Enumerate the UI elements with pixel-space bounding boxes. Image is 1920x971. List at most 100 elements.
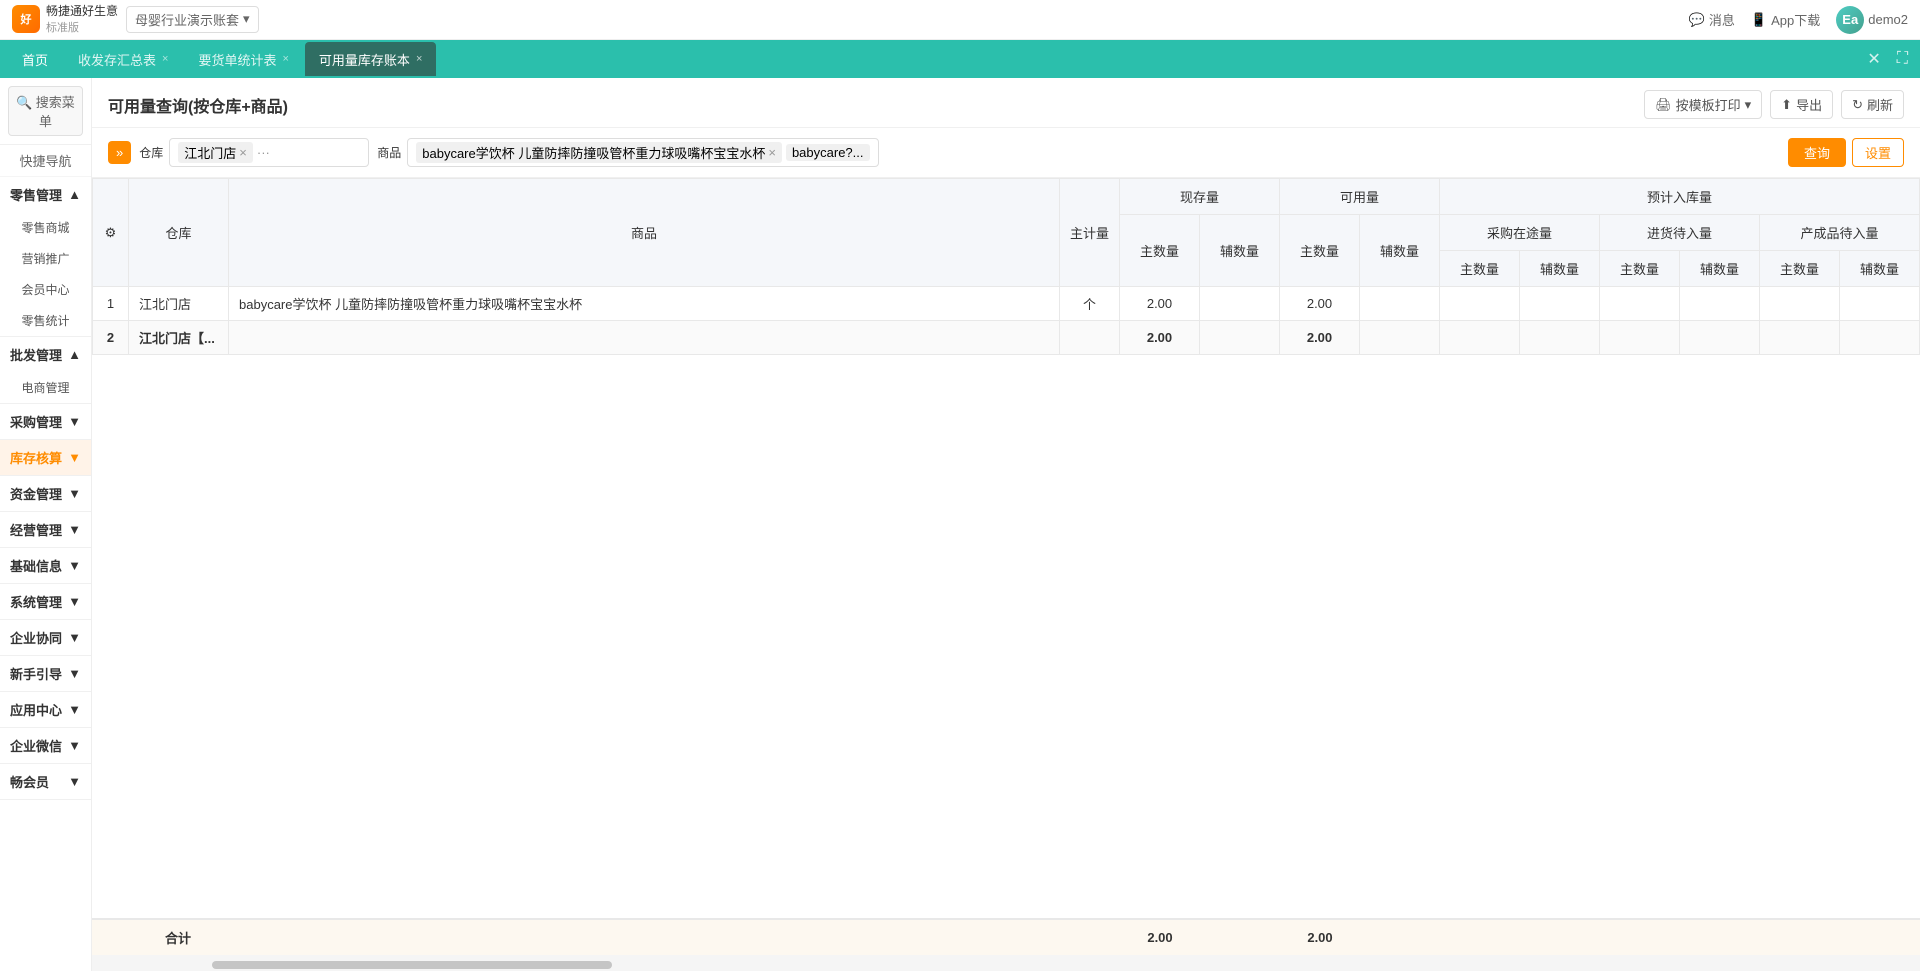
export-button[interactable]: ⬆ 导出 (1770, 90, 1833, 119)
enterprise-arrow-icon: ▼ (68, 630, 81, 645)
warehouse-filter-label: 仓库 (139, 144, 163, 161)
sidebar-member-header[interactable]: 畅会员 ▼ (0, 764, 91, 799)
order-stat-tab-label: 要货单统计表 (198, 50, 276, 69)
app-download-button[interactable]: 📱 App下载 (1751, 10, 1820, 29)
sidebar-item-retail-stat[interactable]: 零售统计 (0, 305, 91, 336)
warehouse-tag: 江北门店 × (178, 142, 253, 163)
sidebar-section-wechat: 企业微信 ▼ (0, 728, 91, 764)
sidebar-finance-header[interactable]: 资金管理 ▼ (0, 476, 91, 511)
tab-available[interactable]: 可用量库存账本 × (305, 42, 436, 76)
row-2-current-aux (1200, 321, 1280, 355)
purchase-label: 采购管理 (10, 412, 62, 431)
sidebar-quicknav-button[interactable]: 快捷导航 (0, 145, 91, 177)
msg-button[interactable]: 💬 消息 (1689, 10, 1735, 29)
query-button[interactable]: 查询 (1788, 138, 1846, 167)
product-tag-1: babycare学饮杯 儿童防摔防撞吸管杯重力球吸嘴杯宝宝水杯 × (416, 142, 782, 163)
sidebar-section-retail: 零售管理 ▲ 零售商城 营销推广 会员中心 零售统计 (0, 177, 91, 337)
sidebar-purchase-header[interactable]: 采购管理 ▼ (0, 404, 91, 439)
export-label: 导出 (1796, 95, 1822, 114)
sidebar-enterprise-header[interactable]: 企业协同 ▼ (0, 620, 91, 655)
receive-tab-close[interactable]: × (162, 53, 168, 65)
finance-arrow-icon: ▼ (68, 486, 81, 501)
row-2-purchase-main (1440, 321, 1520, 355)
filter-area: » 仓库 江北门店 × ··· 商品 babycare (92, 128, 1920, 178)
row-2-incoming-main (1600, 321, 1680, 355)
setting-button[interactable]: 设置 (1852, 138, 1904, 167)
logo-icon: 好 (12, 5, 40, 33)
sidebar-appstore-header[interactable]: 应用中心 ▼ (0, 692, 91, 727)
retail-label: 零售管理 (10, 185, 62, 204)
tab-order-stat[interactable]: 要货单统计表 × (184, 42, 302, 76)
horizontal-scrollbar[interactable] (92, 955, 1920, 971)
row-2-unit (1059, 321, 1119, 355)
search-icon: 🔍 (16, 95, 32, 110)
sidebar-section-finance: 资金管理 ▼ (0, 476, 91, 512)
wechat-arrow-icon: ▼ (68, 738, 81, 753)
product-tag-1-close[interactable]: × (768, 145, 776, 160)
row-2-available-main: 2.00 (1280, 321, 1360, 355)
order-stat-tab-close[interactable]: × (282, 53, 288, 65)
sidebar-search-area: 🔍 搜索菜单 (0, 78, 91, 145)
sidebar-retail-header[interactable]: 零售管理 ▲ (0, 177, 91, 212)
sidebar-item-retail-mall[interactable]: 零售商城 (0, 212, 91, 243)
sidebar-inventory-header[interactable]: 库存核算 ▼ (0, 440, 91, 475)
maximize-button[interactable]: ⛶ (1893, 48, 1912, 70)
tab-home[interactable]: 首页 (8, 42, 62, 76)
sidebar-system-header[interactable]: 系统管理 ▼ (0, 584, 91, 619)
filter-product-group: 商品 babycare学饮杯 儿童防摔防撞吸管杯重力球吸嘴杯宝宝水杯 × bab… (377, 138, 878, 167)
warehouse-filter-input[interactable]: 江北门店 × ··· (169, 138, 369, 167)
sidebar-item-marketing[interactable]: 营销推广 (0, 243, 91, 274)
incoming-aux-header: 辅数量 (1680, 251, 1760, 287)
sidebar-item-membership[interactable]: 会员中心 (0, 274, 91, 305)
available-tab-close[interactable]: × (416, 53, 422, 65)
system-label: 系统管理 (10, 592, 62, 611)
table-settings-header[interactable]: ⚙ (93, 179, 129, 287)
unit-column-header: 主计量 (1059, 179, 1119, 287)
logo-subtitle: 标准版 (46, 19, 118, 35)
warehouse-tag-value: 江北门店 (184, 143, 236, 162)
incoming-main-header: 主数量 (1600, 251, 1680, 287)
logo-text: 畅捷通好生意 (46, 4, 118, 18)
filter-expand-button[interactable]: » (108, 141, 131, 164)
scroll-thumb[interactable] (212, 961, 612, 969)
industry-selector[interactable]: 母婴行业演示账套 ▾ (126, 6, 259, 33)
system-arrow-icon: ▼ (68, 594, 81, 609)
sidebar-newuser-header[interactable]: 新手引导 ▼ (0, 656, 91, 691)
row-1-incoming-main (1600, 287, 1680, 321)
quicknav-label: 快捷导航 (19, 154, 71, 169)
print-button[interactable]: 🖨 按模板打印 ▾ (1644, 90, 1762, 119)
user-area[interactable]: Ea demo2 (1836, 6, 1908, 34)
avatar: Ea (1836, 6, 1864, 34)
close-window-button[interactable]: ✕ (1863, 47, 1884, 71)
product-tag-2-value: babycare?... (792, 145, 864, 160)
production-main-header: 主数量 (1760, 251, 1840, 287)
tab-receive[interactable]: 收发存汇总表 × (64, 42, 182, 76)
content-area: 可用量查询(按仓库+商品) 🖨 按模板打印 ▾ ⬆ 导出 ↻ 刷新 (92, 78, 1920, 971)
sidebar-item-ecommerce[interactable]: 电商管理 (0, 372, 91, 403)
sidebar-search-button[interactable]: 🔍 搜索菜单 (8, 86, 83, 136)
sidebar-section-purchase: 采购管理 ▼ (0, 404, 91, 440)
product-filter-input[interactable]: babycare学饮杯 儿童防摔防撞吸管杯重力球吸嘴杯宝宝水杯 × babyca… (407, 138, 878, 167)
sidebar-section-basic: 基础信息 ▼ (0, 548, 91, 584)
sidebar: 🔍 搜索菜单 快捷导航 零售管理 ▲ 零售商城 营销推广 会员中心 零售统计 批… (0, 78, 92, 971)
row-2-index: 2 (93, 321, 129, 355)
row-1-purchase-main (1440, 287, 1520, 321)
warehouse-tag-close[interactable]: × (239, 145, 247, 160)
sidebar-basic-header[interactable]: 基础信息 ▼ (0, 548, 91, 583)
logo-text-area: 畅捷通好生意 标准版 (46, 4, 118, 34)
sidebar-section-operation: 经营管理 ▼ (0, 512, 91, 548)
wechat-label: 企业微信 (10, 736, 62, 755)
row-2-production-aux (1840, 321, 1920, 355)
sidebar-wechat-header[interactable]: 企业微信 ▼ (0, 728, 91, 763)
sidebar-wholesale-header[interactable]: 批发管理 ▲ (0, 337, 91, 372)
nav-tabs: 首页 收发存汇总表 × 要货单统计表 × 可用量库存账本 × ✕ ⛶ (0, 40, 1920, 78)
table-footer: 合计 2.00 2.00 (92, 918, 1920, 955)
nav-right-actions: ✕ ⛶ (1863, 47, 1912, 71)
newuser-arrow-icon: ▼ (68, 666, 81, 681)
row-1-incoming-aux (1680, 287, 1760, 321)
sidebar-operation-header[interactable]: 经营管理 ▼ (0, 512, 91, 547)
current-aux-qty-header: 辅数量 (1200, 215, 1280, 287)
appstore-label: 应用中心 (10, 700, 62, 719)
row-2-product (229, 321, 1060, 355)
refresh-button[interactable]: ↻ 刷新 (1841, 90, 1904, 119)
